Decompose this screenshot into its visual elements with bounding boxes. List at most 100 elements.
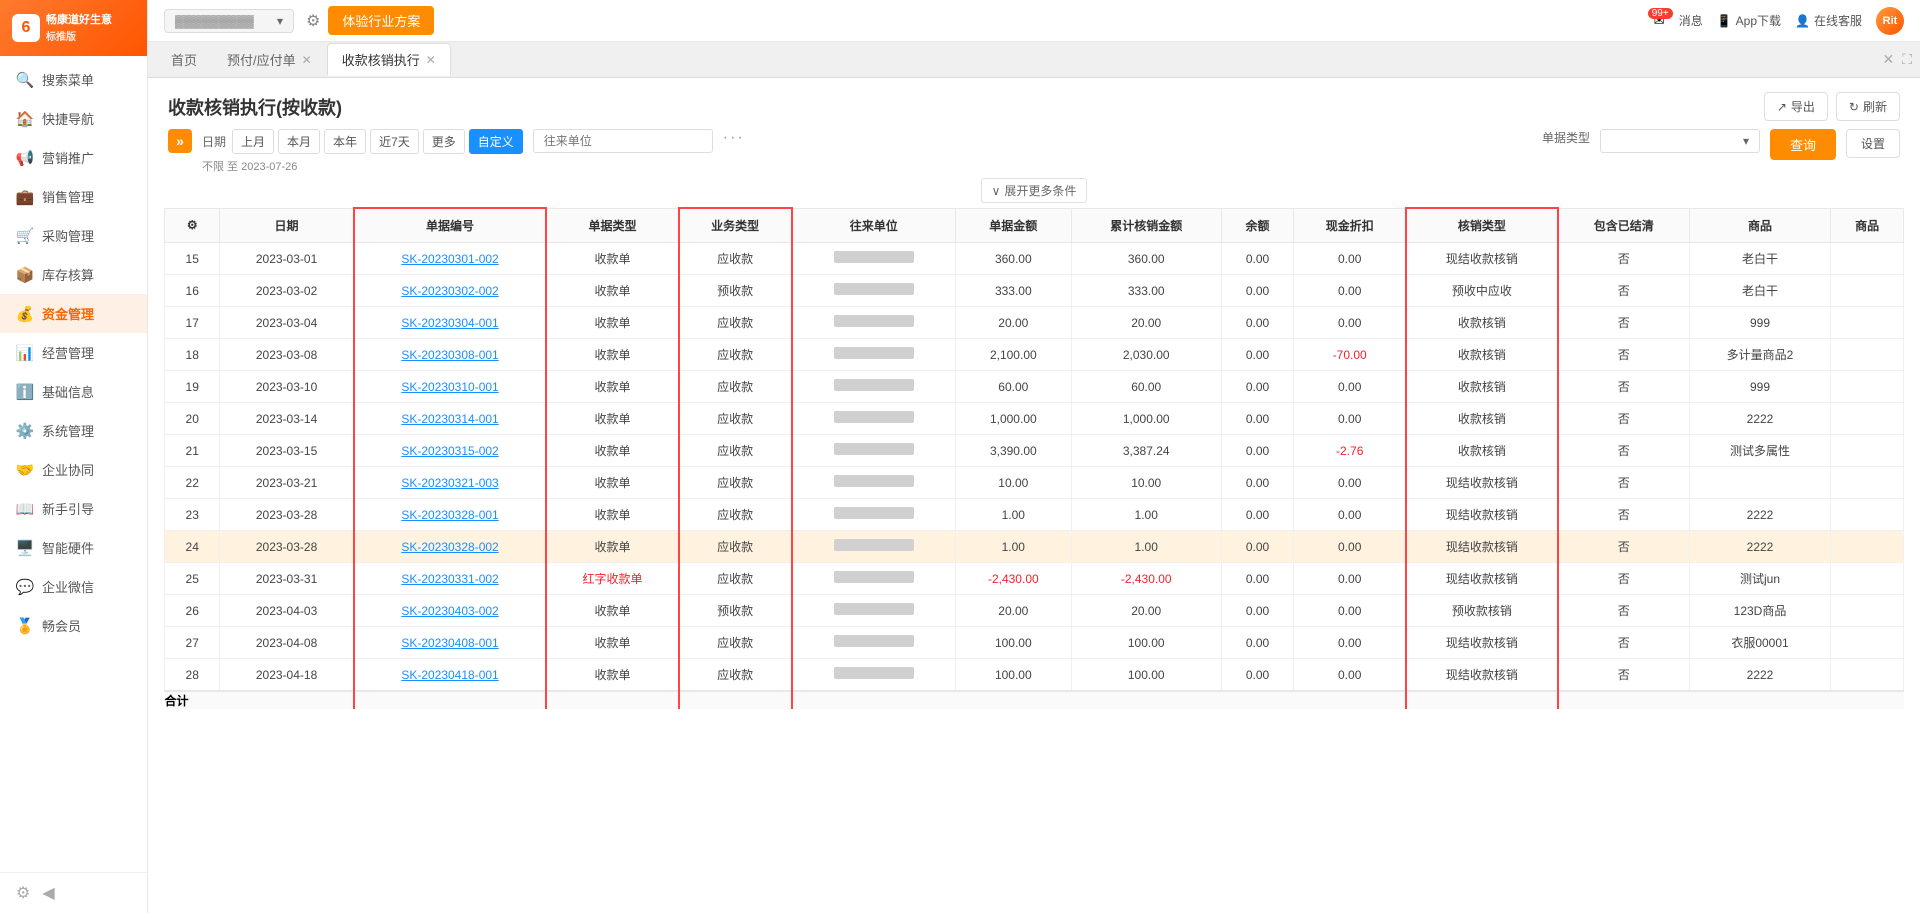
tab-receipt-exec-close[interactable]: ✕ <box>426 53 436 67</box>
more-button[interactable]: 更多 <box>423 129 465 154</box>
unit-input[interactable] <box>533 129 713 153</box>
sidebar-logo[interactable]: 6 畅康道好生意 标推版 <box>0 0 147 56</box>
table-row[interactable]: 19 2023-03-10 SK-20230310-001 收款单 应收款 60… <box>165 371 1904 403</box>
company-dropdown[interactable]: ▓▓▓▓▓▓▓▓▓ ▾ <box>164 9 294 33</box>
cell-nuke-type: 现结收款核销 <box>1406 659 1558 692</box>
tab-pre-payable-close[interactable]: ✕ <box>302 53 312 67</box>
sn-link[interactable]: SK-20230321-003 <box>401 476 498 490</box>
cell-amount: 100.00 <box>955 627 1071 659</box>
cell-amount: 1.00 <box>955 531 1071 563</box>
sidebar-item-corp[interactable]: 🤝 企业协同 <box>0 450 147 489</box>
app-download-link[interactable]: 📱 App下载 <box>1717 12 1781 29</box>
sidebar-item-search[interactable]: 🔍 搜索菜单 <box>0 60 147 99</box>
gear-settings-icon[interactable]: ⚙ <box>187 218 198 232</box>
cell-date: 2023-03-21 <box>220 467 354 499</box>
sn-link[interactable]: SK-20230408-001 <box>401 636 498 650</box>
data-table-wrap[interactable]: ⚙ 日期 单据编号 单据类型 业务类型 往来单位 单据金额 累计核销金额 余额 … <box>148 207 1920 913</box>
table-row[interactable]: 17 2023-03-04 SK-20230304-001 收款单 应收款 20… <box>165 307 1904 339</box>
sn-link[interactable]: SK-20230302-002 <box>401 284 498 298</box>
query-button[interactable]: 查询 <box>1770 129 1836 160</box>
tab-close-all-icon[interactable]: ✕ <box>1882 51 1894 68</box>
sn-link[interactable]: SK-20230308-001 <box>401 348 498 362</box>
expand-more-button[interactable]: ∨ 展开更多条件 <box>981 178 1088 203</box>
messages-badge-wrap[interactable]: ✉ 99+ <box>1654 13 1665 29</box>
sn-link[interactable]: SK-20230403-002 <box>401 604 498 618</box>
last-month-button[interactable]: 上月 <box>232 129 274 154</box>
sn-link[interactable]: SK-20230331-002 <box>401 572 498 586</box>
type-select[interactable]: ▾ <box>1600 129 1760 153</box>
sidebar-item-operations[interactable]: 📊 经营管理 <box>0 333 147 372</box>
cell-balance: 0.00 <box>1221 243 1294 275</box>
industry-solution-button[interactable]: 体验行业方案 <box>328 6 434 35</box>
table-row[interactable]: 28 2023-04-18 SK-20230418-001 收款单 应收款 10… <box>165 659 1904 692</box>
sidebar-item-sales[interactable]: 💼 销售管理 <box>0 177 147 216</box>
filter-expand-button[interactable]: » <box>168 129 192 153</box>
settings-button[interactable]: 设置 <box>1846 129 1900 158</box>
sidebar-item-hardware[interactable]: 🖥️ 智能硬件 <box>0 528 147 567</box>
sidebar-item-guide[interactable]: 📖 新手引导 <box>0 489 147 528</box>
table-row[interactable]: 22 2023-03-21 SK-20230321-003 收款单 应收款 10… <box>165 467 1904 499</box>
collapse-icon[interactable]: ◀ <box>42 883 54 903</box>
table-row[interactable]: 24 2023-03-28 SK-20230328-002 收款单 应收款 1.… <box>165 531 1904 563</box>
7days-button[interactable]: 近7天 <box>370 129 419 154</box>
table-row[interactable]: 20 2023-03-14 SK-20230314-001 收款单 应收款 1,… <box>165 403 1904 435</box>
sn-link[interactable]: SK-20230314-001 <box>401 412 498 426</box>
sidebar-item-label: 营销推广 <box>42 148 94 167</box>
messages-link[interactable]: 消息 <box>1679 12 1703 29</box>
sn-link[interactable]: SK-20230315-002 <box>401 444 498 458</box>
settings-bottom-icon[interactable]: ⚙ <box>16 883 30 903</box>
table-row[interactable]: 23 2023-03-28 SK-20230328-001 收款单 应收款 1.… <box>165 499 1904 531</box>
sn-link[interactable]: SK-20230328-001 <box>401 508 498 522</box>
guide-icon: 📖 <box>16 500 34 518</box>
cell-type: 收款单 <box>546 371 678 403</box>
table-row[interactable]: 26 2023-04-03 SK-20230403-002 收款单 预收款 20… <box>165 595 1904 627</box>
this-month-button[interactable]: 本月 <box>278 129 320 154</box>
table-row[interactable]: 25 2023-03-31 SK-20230331-002 红字收款单 应收款 … <box>165 563 1904 595</box>
custom-button[interactable]: 自定义 <box>469 129 523 154</box>
sn-link[interactable]: SK-20230418-001 <box>401 668 498 682</box>
cell-cash-discount: 0.00 <box>1294 275 1406 307</box>
table-row[interactable]: 27 2023-04-08 SK-20230408-001 收款单 应收款 10… <box>165 627 1904 659</box>
sn-link[interactable]: SK-20230328-002 <box>401 540 498 554</box>
tab-expand-icon[interactable]: ⛶ <box>1902 51 1912 68</box>
cell-biz-type: 应收款 <box>679 371 792 403</box>
col-header-gear[interactable]: ⚙ <box>165 208 220 243</box>
tab-receipt-exec[interactable]: 收款核销执行 ✕ <box>327 43 451 76</box>
cell-cash-discount: 0.00 <box>1294 243 1406 275</box>
online-service-link[interactable]: 👤 在线客服 <box>1795 12 1862 29</box>
cell-cash-discount: 0.00 <box>1294 467 1406 499</box>
table-row[interactable]: 15 2023-03-01 SK-20230301-002 收款单 应收款 36… <box>165 243 1904 275</box>
cell-amount: 20.00 <box>955 307 1071 339</box>
sidebar-item-marketing[interactable]: 📢 营销推广 <box>0 138 147 177</box>
tab-pre-payable[interactable]: 预付/应付单 ✕ <box>212 43 327 76</box>
sn-link[interactable]: SK-20230301-002 <box>401 252 498 266</box>
table-row[interactable]: 21 2023-03-15 SK-20230315-002 收款单 应收款 3,… <box>165 435 1904 467</box>
sidebar-item-system[interactable]: ⚙️ 系统管理 <box>0 411 147 450</box>
user-avatar[interactable]: Rit <box>1876 7 1904 35</box>
tab-home[interactable]: 首页 <box>156 43 212 76</box>
sidebar-item-wechat[interactable]: 💬 企业微信 <box>0 567 147 606</box>
sn-link[interactable]: SK-20230304-001 <box>401 316 498 330</box>
table-row[interactable]: 18 2023-03-08 SK-20230308-001 收款单 应收款 2,… <box>165 339 1904 371</box>
cell-date: 2023-03-08 <box>220 339 354 371</box>
sn-link[interactable]: SK-20230310-001 <box>401 380 498 394</box>
sidebar-item-quicknav[interactable]: 🏠 快捷导航 <box>0 99 147 138</box>
sidebar-item-inventory[interactable]: 📦 库存核算 <box>0 255 147 294</box>
hardware-icon: 🖥️ <box>16 539 34 557</box>
cell-unit <box>792 499 956 531</box>
tab-home-label: 首页 <box>171 50 197 69</box>
main-area: ▓▓▓▓▓▓▓▓▓ ▾ ⚙ 体验行业方案 ✉ 99+ 消息 📱 App下载 👤 … <box>148 0 1920 913</box>
export-button[interactable]: ↗ 导出 <box>1764 92 1828 121</box>
sidebar-item-member[interactable]: 🏅 畅会员 <box>0 606 147 645</box>
this-year-button[interactable]: 本年 <box>324 129 366 154</box>
sidebar-item-finance[interactable]: 💰 资金管理 <box>0 294 147 333</box>
cell-no: 23 <box>165 499 220 531</box>
gear-icon[interactable]: ⚙ <box>306 11 320 31</box>
cell-sn: SK-20230310-001 <box>354 371 547 403</box>
table-row[interactable]: 16 2023-03-02 SK-20230302-002 收款单 预收款 33… <box>165 275 1904 307</box>
sidebar-item-purchase[interactable]: 🛒 采购管理 <box>0 216 147 255</box>
refresh-button[interactable]: ↻ 刷新 <box>1836 92 1900 121</box>
cell-goods2 <box>1831 275 1904 307</box>
sidebar-item-basic[interactable]: ℹ️ 基础信息 <box>0 372 147 411</box>
export-label: 导出 <box>1791 98 1815 115</box>
